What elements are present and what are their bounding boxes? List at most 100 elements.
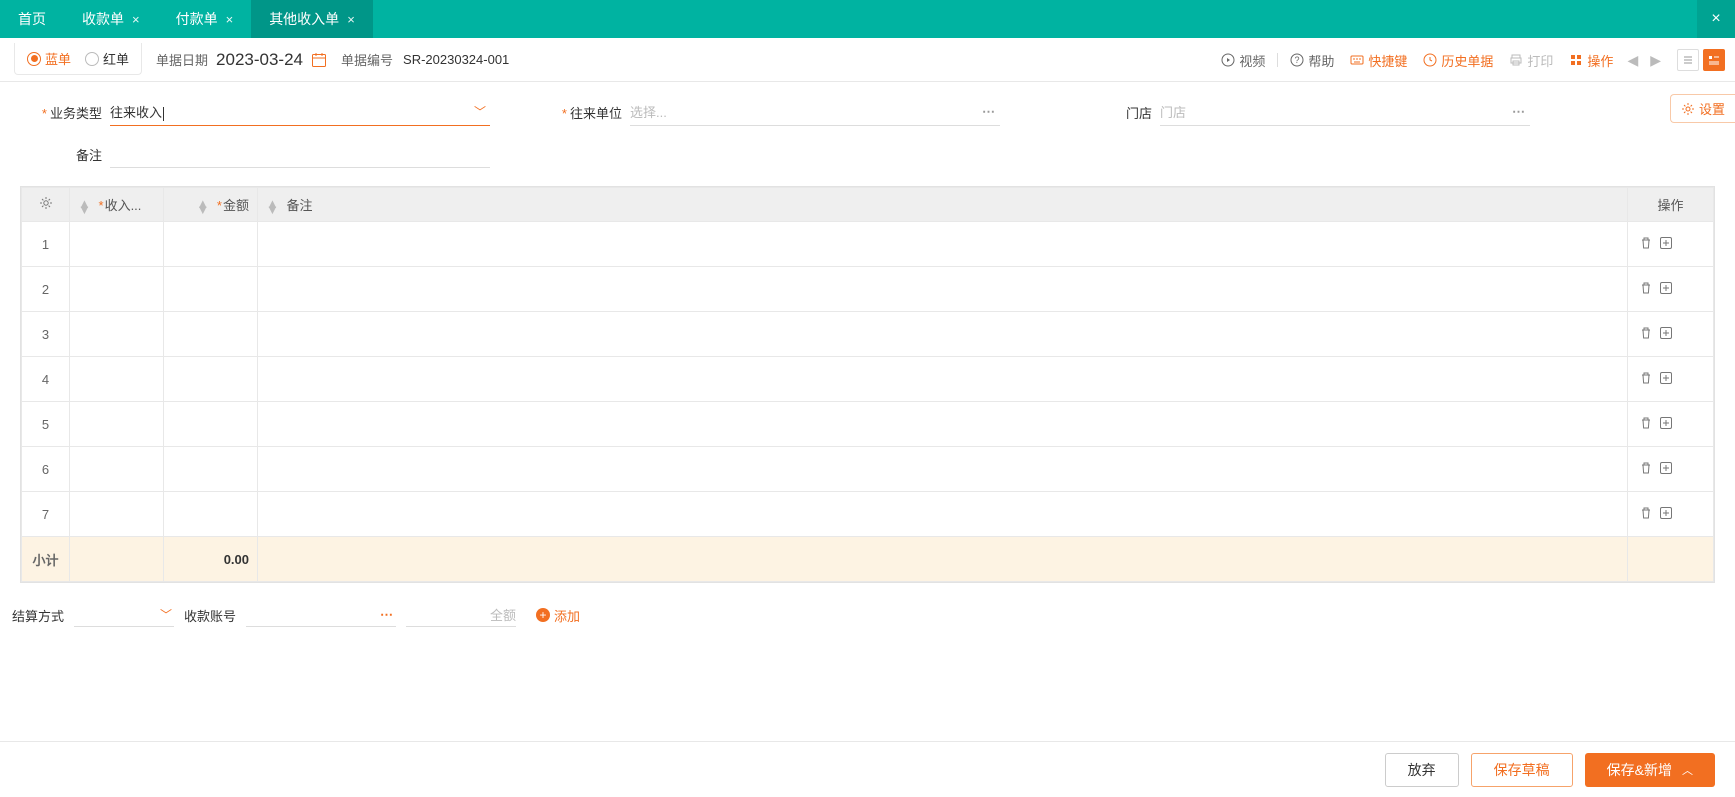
close-icon[interactable]: ×	[132, 12, 140, 27]
close-icon[interactable]: ×	[226, 12, 234, 27]
delete-row-button[interactable]	[1636, 328, 1656, 343]
party-select[interactable]: 选择... ⋯	[630, 98, 1000, 126]
table-row[interactable]: 1	[22, 222, 1714, 267]
table-row[interactable]: 7	[22, 492, 1714, 537]
cell-remark[interactable]	[258, 267, 1628, 312]
shortcut-button[interactable]: 快捷键	[1346, 49, 1411, 72]
cell-income[interactable]	[70, 222, 164, 267]
history-button[interactable]: 历史单据	[1419, 49, 1497, 72]
cell-remark[interactable]	[258, 222, 1628, 267]
form-row-1: 业务类型 往来收入 ﹀ 往来单位 选择... ⋯ 门店 门店 ⋯ 设置	[0, 82, 1735, 130]
delete-row-button[interactable]	[1636, 463, 1656, 478]
delete-row-button[interactable]	[1636, 238, 1656, 253]
settlement-method-label: 结算方式	[12, 606, 64, 625]
insert-row-button[interactable]	[1656, 283, 1676, 298]
tab-other-income[interactable]: 其他收入单×	[251, 0, 373, 38]
remark-input[interactable]	[110, 140, 490, 168]
settlement-account-select[interactable]: ⋯	[246, 603, 396, 627]
biz-type-select[interactable]: 往来收入 ﹀	[110, 98, 490, 126]
doc-date-label: 单据日期	[156, 50, 208, 69]
settings-button[interactable]: 设置	[1670, 94, 1735, 123]
insert-row-button[interactable]	[1656, 238, 1676, 253]
cell-amount[interactable]	[164, 312, 258, 357]
insert-row-button[interactable]	[1656, 328, 1676, 343]
cell-income[interactable]	[70, 312, 164, 357]
insert-row-button[interactable]	[1656, 463, 1676, 478]
delete-row-button[interactable]	[1636, 508, 1656, 523]
chevron-up-icon: ︿	[1682, 762, 1693, 778]
row-index: 4	[22, 357, 70, 402]
cell-amount[interactable]	[164, 222, 258, 267]
table-settings-button[interactable]	[22, 188, 70, 222]
settlement-account-label: 收款账号	[184, 606, 236, 625]
prev-doc-button[interactable]: ◀	[1625, 52, 1640, 69]
delete-row-button[interactable]	[1636, 418, 1656, 433]
cell-amount[interactable]	[164, 447, 258, 492]
print-button[interactable]: 打印	[1505, 49, 1557, 72]
table-row[interactable]: 6	[22, 447, 1714, 492]
remark-label: 备注	[30, 145, 102, 164]
save-and-new-button[interactable]: 保存&新增︿	[1585, 753, 1715, 787]
cell-remark[interactable]	[258, 312, 1628, 357]
cell-ops	[1628, 492, 1714, 537]
view-detail-button[interactable]	[1703, 49, 1725, 71]
delete-row-button[interactable]	[1636, 283, 1656, 298]
operations-button[interactable]: 操作	[1565, 49, 1617, 72]
radio-red-doc[interactable]: 红单	[85, 49, 129, 68]
add-settlement-button[interactable]: + 添加	[536, 606, 580, 625]
doc-date-value[interactable]: 2023-03-24	[216, 50, 303, 70]
video-button[interactable]: 视频	[1217, 49, 1269, 72]
insert-row-button[interactable]	[1656, 508, 1676, 523]
cell-amount[interactable]	[164, 357, 258, 402]
col-income-header[interactable]: ▲▼ 收入...	[70, 188, 164, 222]
cell-amount[interactable]	[164, 492, 258, 537]
close-all-tabs-button[interactable]: ×	[1697, 0, 1735, 38]
cell-income[interactable]	[70, 357, 164, 402]
more-icon: ⋯	[380, 607, 396, 623]
calendar-icon[interactable]	[311, 52, 327, 68]
cell-remark[interactable]	[258, 402, 1628, 447]
cell-remark[interactable]	[258, 492, 1628, 537]
radio-blue-doc[interactable]: 蓝单	[27, 49, 71, 68]
tab-receipt[interactable]: 收款单×	[64, 0, 158, 38]
save-draft-button[interactable]: 保存草稿	[1471, 753, 1573, 787]
more-icon: ⋯	[1512, 104, 1526, 120]
close-icon[interactable]: ×	[347, 12, 355, 27]
cell-amount[interactable]	[164, 402, 258, 447]
toolbar: 蓝单 红单 单据日期 2023-03-24 单据编号 SR-20230324-0…	[0, 38, 1735, 82]
settlement-amount-input[interactable]: 全额	[406, 603, 516, 627]
cell-income[interactable]	[70, 402, 164, 447]
form-row-2: 备注	[0, 130, 1735, 172]
table-row[interactable]: 4	[22, 357, 1714, 402]
line-items-table: ▲▼ 收入... ▲▼ 金额 ▲▼ 备注 操作 1234567 小计 0.00	[20, 186, 1715, 583]
doc-type-radio-group: 蓝单 红单	[14, 43, 142, 75]
discard-button[interactable]: 放弃	[1385, 753, 1459, 787]
store-select[interactable]: 门店 ⋯	[1160, 98, 1530, 126]
row-index: 1	[22, 222, 70, 267]
view-compact-button[interactable]	[1677, 49, 1699, 71]
cell-remark[interactable]	[258, 357, 1628, 402]
cell-ops	[1628, 267, 1714, 312]
cell-remark[interactable]	[258, 447, 1628, 492]
doc-no-label: 单据编号	[341, 50, 393, 69]
insert-row-button[interactable]	[1656, 418, 1676, 433]
table-row[interactable]: 5	[22, 402, 1714, 447]
plus-icon: +	[536, 608, 550, 622]
next-doc-button[interactable]: ▶	[1648, 52, 1663, 69]
col-amount-header[interactable]: ▲▼ 金额	[164, 188, 258, 222]
insert-row-button[interactable]	[1656, 373, 1676, 388]
col-remark-header[interactable]: ▲▼ 备注	[258, 188, 1628, 222]
cell-amount[interactable]	[164, 267, 258, 312]
tab-home[interactable]: 首页	[0, 0, 64, 38]
help-button[interactable]: ? 帮助	[1286, 49, 1338, 72]
table-row[interactable]: 2	[22, 267, 1714, 312]
cell-income[interactable]	[70, 492, 164, 537]
tab-payment[interactable]: 付款单×	[158, 0, 252, 38]
cell-income[interactable]	[70, 267, 164, 312]
subtotal-row: 小计 0.00	[22, 537, 1714, 582]
delete-row-button[interactable]	[1636, 373, 1656, 388]
table-row[interactable]: 3	[22, 312, 1714, 357]
settlement-method-select[interactable]: ﹀	[74, 603, 174, 627]
footer-bar: 放弃 保存草稿 保存&新增︿	[0, 741, 1735, 797]
cell-income[interactable]	[70, 447, 164, 492]
